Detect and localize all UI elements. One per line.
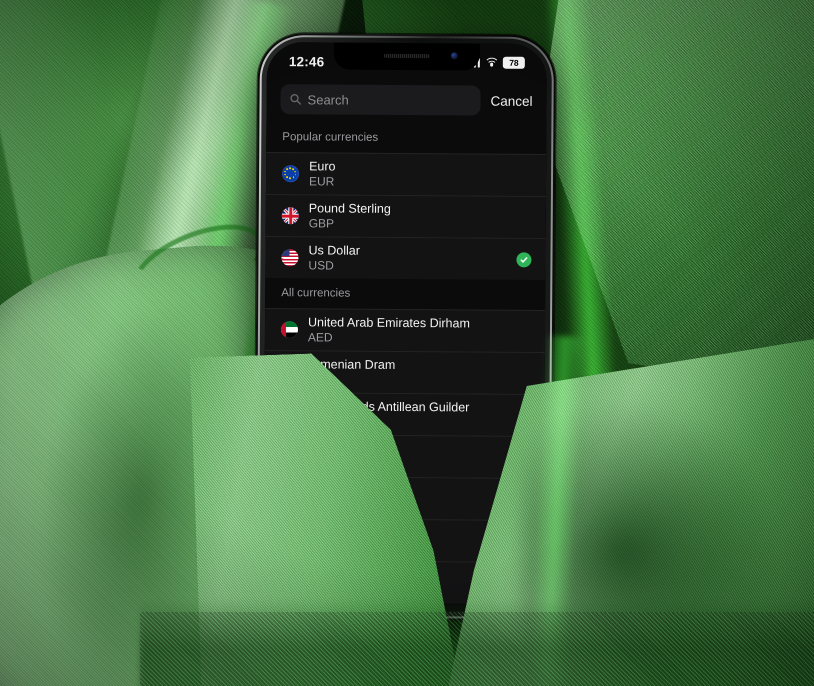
currency-name: Armenian Dram — [307, 357, 396, 372]
currency-code: ARS — [306, 498, 332, 513]
list-item[interactable]: Argentine Peso ARS — [263, 476, 544, 520]
currency-code: AED — [307, 330, 333, 345]
status-bar-time: 12:46 — [288, 53, 325, 69]
earpiece-speaker — [383, 53, 430, 59]
currency-name: Kwanza — [307, 441, 352, 456]
list-item[interactable]: Armenian Dram AMD — [264, 350, 545, 394]
currency-code: AZN — [306, 582, 331, 597]
cancel-button[interactable]: Cancel — [490, 93, 532, 108]
flag-ao-icon — [280, 447, 298, 465]
currency-name: United Arab Emirates Dirham — [307, 315, 470, 331]
list-item[interactable]: Pound Sterling GBP — [265, 194, 546, 238]
currency-name: Us Dollar — [308, 243, 360, 258]
currency-code: USD — [308, 258, 334, 273]
list-item-text: Kwanza AOA — [307, 441, 352, 470]
flag-ae-icon — [280, 321, 299, 339]
list-item-text: Azerbaijani Manat AZN — [306, 567, 406, 597]
list-item-text: Netherlands Antillean Guilder ANG — [307, 399, 469, 429]
list-item[interactable]: Kwanza AOA — [263, 434, 545, 478]
flag-am-icon — [280, 363, 298, 381]
flag-au-icon — [279, 531, 297, 549]
selected-checkmark-icon — [516, 251, 532, 267]
search-icon — [290, 94, 302, 105]
section-header-popular: Popular currencies — [266, 122, 547, 154]
currency-name: Australian Dollar — [306, 525, 399, 541]
flag-gb-icon — [281, 207, 299, 225]
currency-code: EUR — [308, 174, 335, 189]
screen-notch — [333, 42, 480, 71]
search-input[interactable]: Search — [280, 84, 481, 116]
list-item-text: Armenian Dram AMD — [308, 357, 396, 387]
currency-code: AOA — [306, 456, 333, 471]
front-camera — [450, 52, 458, 60]
list-item[interactable]: Australian Dollar AUD — [263, 518, 544, 562]
list-item[interactable]: Us Dollar USD — [265, 236, 546, 280]
list-item-text: United Arab Emirates Dirham AED — [308, 315, 470, 345]
list-item[interactable]: Euro EUR — [265, 152, 547, 196]
currency-name: Azerbaijani Manat — [306, 567, 407, 583]
currency-name: Pound Sterling — [308, 201, 391, 216]
flag-an-icon — [280, 405, 298, 423]
currency-code: ANG — [307, 414, 334, 429]
search-placeholder: Search — [307, 91, 349, 108]
list-item-text: Australian Dollar AUD — [306, 525, 398, 555]
flag-eu-icon — [282, 165, 300, 183]
wifi-icon — [483, 57, 499, 73]
phone-device: 12:46 78 Search Cancel Popular currencie… — [253, 32, 557, 622]
list-item[interactable]: Netherlands Antillean Guilder ANG — [264, 392, 545, 436]
scene: 12:46 78 Search Cancel Popular currencie… — [0, 0, 814, 686]
phone-screen: 12:46 78 Search Cancel Popular currencie… — [263, 42, 547, 612]
search-bar: Search Cancel — [266, 76, 547, 124]
list-item[interactable]: Azerbaijani Manat AZN — [263, 560, 544, 604]
currency-name: Netherlands Antillean Guilder — [307, 399, 470, 415]
currency-code: GBP — [308, 216, 335, 231]
currency-code: AMD — [307, 372, 335, 387]
battery-icon: 78 — [502, 56, 525, 69]
flag-az-icon — [279, 573, 297, 591]
list-item[interactable]: United Arab Emirates Dirham AED — [264, 308, 546, 352]
flag-ar-icon — [279, 489, 297, 507]
list-item-text: Us Dollar USD — [308, 243, 360, 272]
list-item-text: Pound Sterling GBP — [309, 201, 391, 230]
list-item-text: Argentine Peso ARS — [307, 483, 393, 513]
currency-name: Euro — [309, 159, 336, 174]
currency-list[interactable]: Popular currencies Euro EUR Pound Sterli… — [263, 122, 547, 612]
list-item-text: Euro EUR — [309, 159, 336, 188]
currency-name: Argentine Peso — [306, 483, 393, 498]
currency-code: AUD — [306, 540, 332, 555]
section-header-all: All currencies — [265, 278, 546, 310]
flag-us-icon — [281, 249, 299, 267]
